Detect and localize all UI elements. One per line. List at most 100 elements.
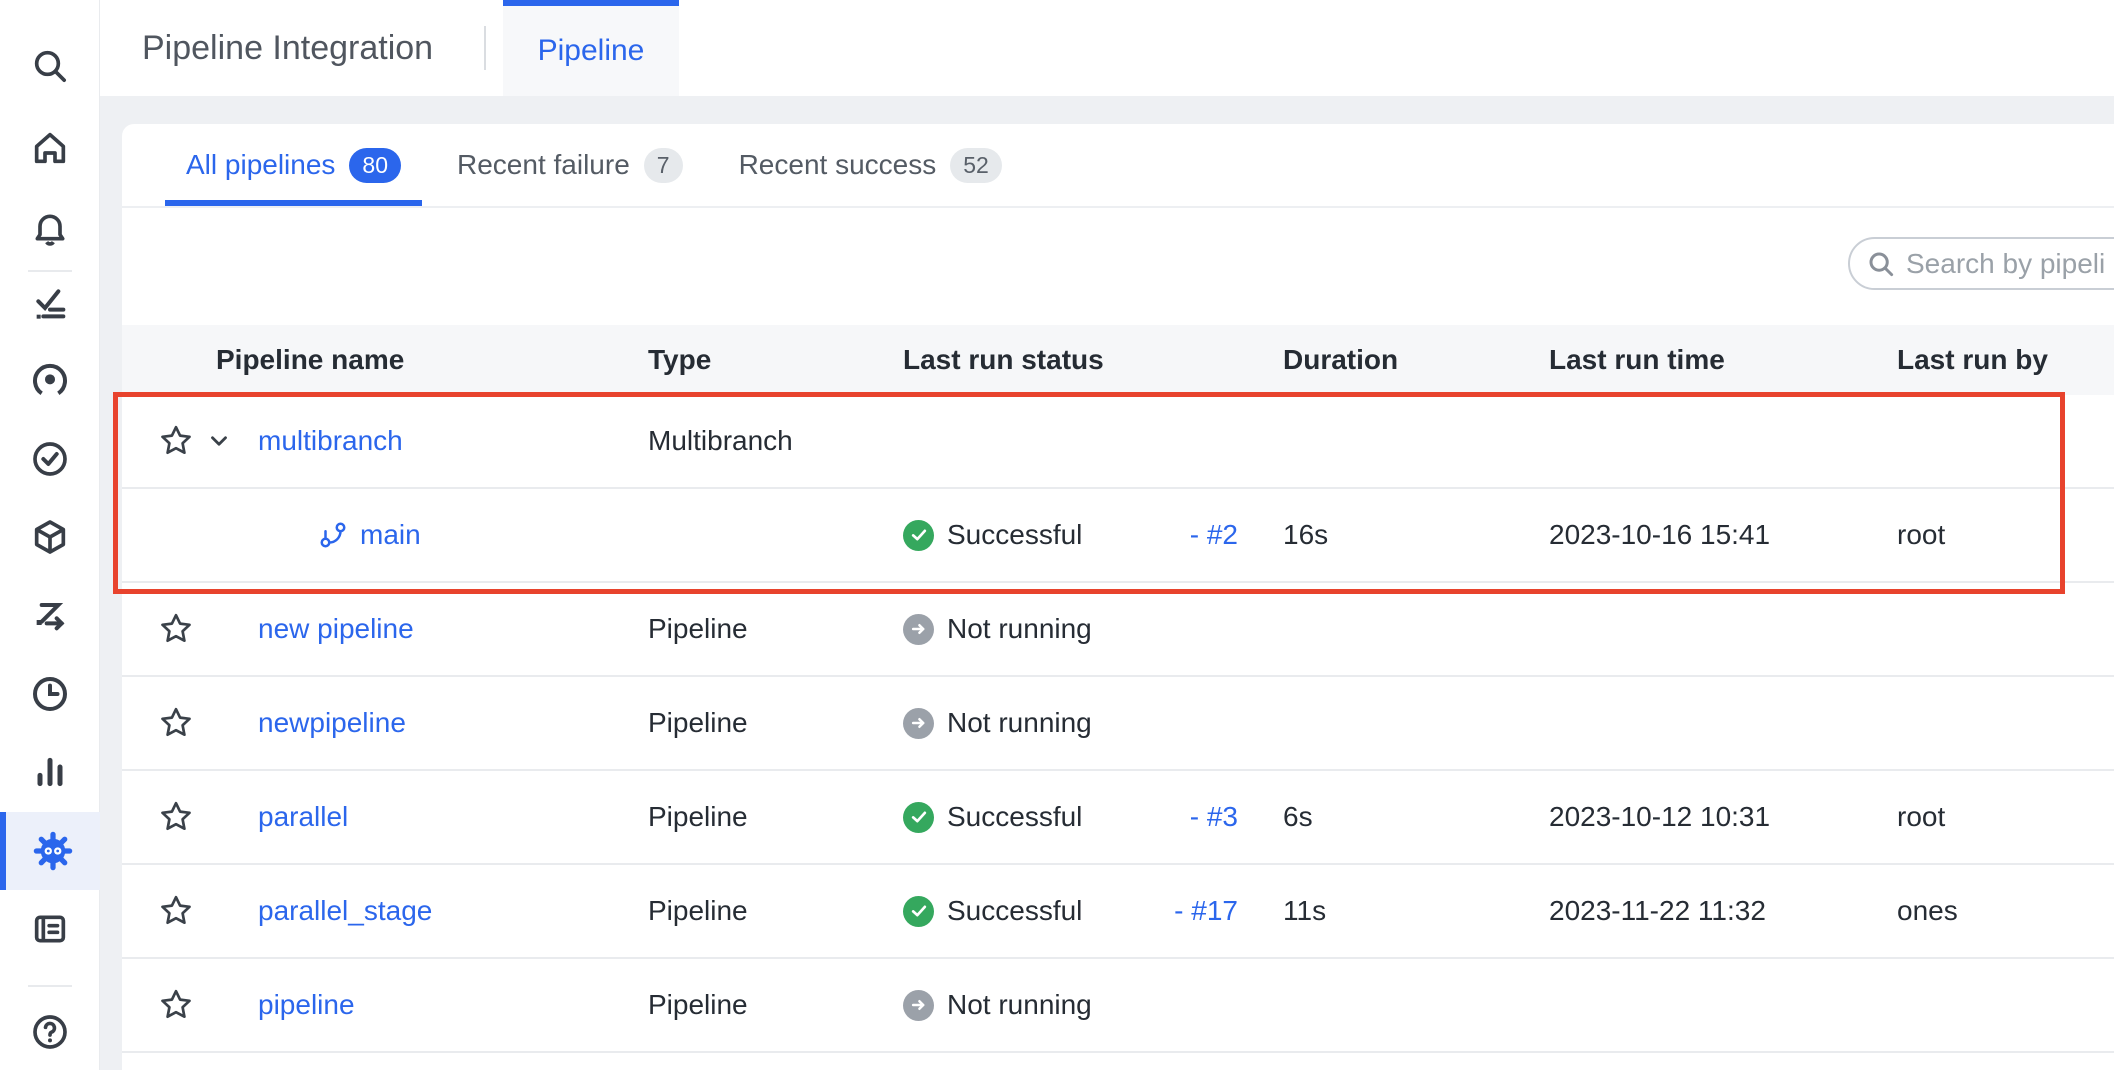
by-cell: root [1897,519,1946,550]
branch-icon [320,522,346,548]
type-cell: Pipeline [648,707,748,738]
search-input[interactable] [1906,247,2114,280]
sidebar-item-history[interactable] [0,655,100,733]
star-button[interactable] [158,893,194,929]
star-button[interactable] [158,705,194,741]
tab-all-pipelines[interactable]: All pipelines 80 [165,124,423,206]
sidebar-item-search[interactable] [0,27,100,105]
pipeline-tabs: All pipelines 80 Recent failure 7 Recent… [122,124,2114,208]
run-link[interactable]: - #17 [1174,895,1238,926]
pipeline-name-link[interactable]: new pipeline [258,613,414,645]
star-button[interactable] [158,423,194,459]
header-divider [484,26,486,70]
sidebar-divider [28,985,72,987]
table-row: multibranch Multibranch [122,395,2114,489]
table-header: Pipeline name Type Last run status Durat… [122,325,2114,395]
col-pipeline-name: Pipeline name [216,344,405,375]
name-cell: main [244,519,640,551]
table-row: pipeline Pipeline Not running [122,959,2114,1053]
table-row: main Successful - #2 16s 2023-10-16 15:4… [122,489,2114,583]
sidebar-item-target[interactable] [0,342,100,420]
sidebar-item-approval[interactable] [0,420,100,498]
table-row: parallel_stage Pipeline Successful - #17… [122,865,2114,959]
not-running-icon [903,707,934,739]
tab-label: Recent success [738,149,937,180]
sidebar-item-home[interactable] [0,109,100,187]
home-icon [34,132,66,164]
duration-cell: 16s [1283,519,1329,550]
type-cell: Pipeline [648,895,748,926]
pipeline-name-link[interactable]: multibranch [258,425,403,457]
page-title: Pipeline Integration [142,29,434,67]
workflow-icon [36,603,65,631]
document-icon [34,915,66,943]
sidebar-item-checklist[interactable] [0,264,100,342]
type-cell: Pipeline [648,613,748,644]
status-cell: Successful [895,801,1145,833]
pipelines-card: All pipelines 80 Recent failure 7 Recent… [122,124,2114,1070]
sidebar-item-monitoring[interactable] [0,733,100,811]
clock-icon [33,677,67,711]
top-header: Pipeline Integration Pipeline [100,0,2114,96]
pipeline-name-link[interactable]: parallel_stage [258,895,432,927]
tab-recent-success[interactable]: Recent success 52 [718,124,1023,206]
sidebar-item-devops[interactable] [0,812,100,890]
run-link[interactable]: - #3 [1190,801,1238,832]
run-link[interactable]: - #2 [1190,519,1238,550]
star-button[interactable] [158,799,194,835]
table-row: parallel Pipeline Successful - #3 6s 202… [122,771,2114,865]
sidebar-item-workflow[interactable] [0,576,100,654]
status-label: Successful [947,519,1083,550]
sidebar-item-help[interactable] [0,993,100,1070]
bell-icon [35,214,65,246]
duration-cell: 6s [1283,801,1313,832]
success-icon [903,519,934,551]
table-row: newpipeline Pipeline Not running [122,677,2114,771]
status-label: Not running [947,613,1092,644]
col-last-run-by: Last run by [1897,344,2048,375]
content-area: All pipelines 80 Recent failure 7 Recent… [100,96,2114,1070]
tab-label: Recent failure [457,149,630,180]
status-cell: Successful [895,519,1145,551]
tab-pipeline[interactable]: Pipeline [503,0,679,96]
star-icon [161,989,191,1019]
not-running-icon [903,989,934,1021]
pipeline-name-link[interactable]: parallel [258,801,348,833]
toolbar [122,208,2114,325]
count-badge: 7 [643,147,683,183]
star-button[interactable] [158,987,194,1023]
pipeline-name-link[interactable]: newpipeline [258,707,406,739]
name-cell: new pipeline [244,613,640,645]
name-cell: parallel [244,801,640,833]
sidebar-item-apps[interactable] [0,498,100,576]
gear-icon [33,831,73,871]
star-icon [161,895,191,925]
pipeline-name-link[interactable]: pipeline [258,989,355,1021]
sidebar-item-news[interactable] [0,890,100,968]
time-cell: 2023-11-22 11:32 [1549,895,1766,926]
search-box[interactable] [1848,237,2114,290]
status-label: Not running [947,989,1092,1020]
package-icon [34,520,66,554]
expander-chevron-icon[interactable] [206,428,232,454]
star-button[interactable] [158,611,194,647]
target-icon [33,363,67,395]
name-cell: multibranch [244,425,640,457]
sidebar-item-notifications[interactable] [0,189,100,267]
pipeline-name-link[interactable]: main [360,519,421,551]
type-cell: Multibranch [648,425,793,456]
type-cell: Pipeline [648,801,748,832]
type-cell: Pipeline [648,989,748,1020]
tab-label: All pipelines [186,149,336,180]
col-type: Type [648,344,712,375]
by-cell: ones [1897,895,1958,926]
status-cell: Successful [895,895,1145,927]
status-cell: Not running [895,989,1145,1021]
status-cell: Not running [895,613,1145,645]
tab-recent-failure[interactable]: Recent failure 7 [436,124,704,206]
name-cell: newpipeline [244,707,640,739]
star-icon [161,707,191,737]
bar-chart-icon [37,757,63,787]
time-cell: 2023-10-12 10:31 [1549,801,1771,832]
duration-cell: 11s [1283,895,1327,926]
